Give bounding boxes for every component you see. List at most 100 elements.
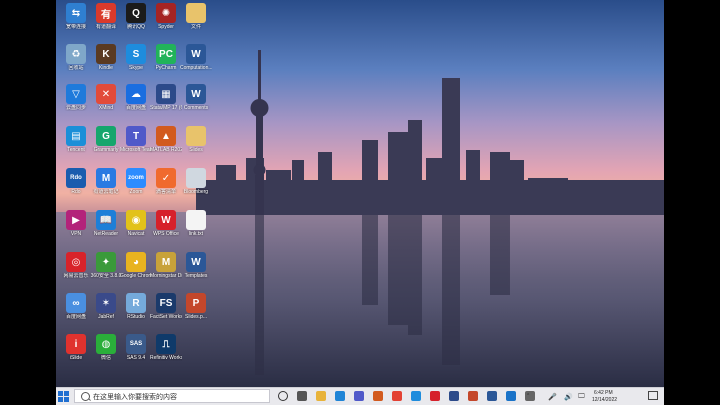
desktop-icon-label: Zoom — [129, 189, 143, 195]
desktop-icon[interactable]: 有有道翻译 — [90, 3, 122, 30]
desktop-icon[interactable]: W Templates — [180, 252, 212, 279]
taskbar-edge-icon[interactable] — [335, 391, 345, 401]
desktop-icon[interactable]: K Kindle — [90, 44, 122, 71]
desktop-icon[interactable]: ∞ 百度网盘 — [60, 293, 92, 320]
desktop-icon[interactable]: W WPS Office — [150, 210, 182, 237]
desktop-icon[interactable]: FSFactSet Workstation — [150, 293, 182, 320]
app-icon: S — [126, 44, 146, 64]
desktop-icon-label: 百度网盘 — [125, 105, 146, 111]
desktop-icon[interactable]: ◉ Navicat — [120, 210, 152, 237]
desktop-icon[interactable]: R RStudio — [120, 293, 152, 320]
desktop-icon[interactable]: P Slides.p... — [180, 293, 212, 320]
search-placeholder: 在这里输入你要搜索的内容 — [93, 394, 177, 401]
desktop-icon[interactable]: Bloomberg — [180, 168, 212, 195]
start-button[interactable] — [58, 391, 70, 403]
app-icon: PC — [156, 44, 176, 64]
desktop-icon-label: Templates — [184, 273, 208, 279]
desktop-icon[interactable]: ⇆ 宽带连接 — [60, 3, 92, 30]
desktop-icon[interactable]: MMorningstar Direct — [150, 252, 182, 279]
desktop-icon[interactable]: ▶ VPN — [60, 210, 92, 237]
desktop-icon[interactable]: TMicrosoft Teams — [120, 126, 152, 153]
app-icon: ✓ — [156, 168, 176, 188]
taskbar-powerpoint-icon[interactable] — [468, 391, 478, 401]
app-icon: ◎ — [66, 252, 86, 272]
desktop-icon-label: Stata/MP 17 (64-bit) — [150, 105, 182, 111]
app-icon: ⎍ — [156, 334, 176, 354]
clock-time[interactable]: 6:42 PM — [594, 390, 613, 396]
taskbar-file-explorer-icon[interactable] — [316, 391, 326, 401]
desktop-icon[interactable]: ✺ Spyder — [150, 3, 182, 30]
desktop-icon-label: Comments — [183, 105, 209, 111]
desktop-icon[interactable]: ☁ 百度网盘 — [120, 84, 152, 111]
desktop-icon[interactable]: ▽ 云盘同步 — [60, 84, 92, 111]
desktop-icon[interactable]: SAS SAS 9.4 — [120, 334, 152, 361]
tray-chevron-icon[interactable]: ⌃ — [526, 393, 530, 399]
microphone-icon[interactable]: 🎤 — [548, 393, 557, 401]
taskbar-word-icon[interactable] — [487, 391, 497, 401]
desktop-icon-label: MATLAB R2021b — [150, 147, 182, 153]
taskbar-skype-icon[interactable] — [411, 391, 421, 401]
app-icon: ◍ — [96, 334, 116, 354]
desktop-icon[interactable]: Q 腾讯QQ — [120, 3, 152, 30]
desktop-icon-label: 回收站 — [68, 65, 84, 71]
app-icon — [186, 210, 206, 230]
taskbar-search-box[interactable]: 在这里输入你要搜索的内容 — [74, 389, 270, 403]
network-icon[interactable]: 🖵 — [578, 393, 585, 401]
desktop-icon-label: link.txt — [188, 231, 204, 237]
taskbar: 在这里输入你要搜索的内容 ⌃ 🎤 🔊 🖵 6:42 PM 12/14/2022 — [56, 387, 664, 405]
desktop-icon[interactable]: ♻ 回收站 — [60, 44, 92, 71]
desktop-icon[interactable]: ✶ JabRef — [90, 293, 122, 320]
app-icon — [186, 3, 206, 23]
desktop-icon-label: 有道翻译 — [95, 24, 116, 30]
desktop-icon-label: Skype — [129, 65, 143, 71]
desktop-icon-label: SAS 9.4 — [126, 355, 146, 361]
desktop-icon[interactable]: ◕ Google Chrome — [120, 252, 152, 279]
desktop-icon-label: Grammarly — [93, 147, 119, 153]
desktop-icon[interactable]: link.txt — [180, 210, 212, 237]
app-icon: 📖 — [96, 210, 116, 230]
notification-center-icon[interactable] — [648, 391, 658, 400]
taskbar-wps-icon[interactable] — [430, 391, 440, 401]
app-icon: ▲ — [156, 126, 176, 146]
app-icon — [186, 168, 206, 188]
desktop-icon[interactable]: ✦ 360安全 3.8.0 — [90, 252, 122, 279]
desktop-icon-label: 网易云音乐 — [63, 273, 89, 279]
desktop-icon-label: iSlide — [69, 355, 83, 361]
desktop-icon[interactable]: Rdo Rdo — [60, 168, 92, 195]
taskbar-chrome-icon[interactable] — [392, 391, 402, 401]
desktop-icon[interactable]: ◍ 微信 — [90, 334, 122, 361]
app-icon: ✺ — [156, 3, 176, 23]
taskbar-cortana-icon[interactable] — [278, 391, 288, 401]
desktop-icon[interactable]: ◎ 网易云音乐 — [60, 252, 92, 279]
desktop-icon[interactable]: W Computation... — [180, 44, 212, 71]
taskbar-teams-icon[interactable] — [354, 391, 364, 401]
desktop-icon[interactable]: i iSlide — [60, 334, 92, 361]
app-icon — [186, 126, 206, 146]
desktop-icon[interactable]: G Grammarly — [90, 126, 122, 153]
taskbar-mail-icon[interactable] — [506, 391, 516, 401]
desktop-icon[interactable]: S Skype — [120, 44, 152, 71]
desktop-icon[interactable]: W Comments — [180, 84, 212, 111]
desktop-icon[interactable]: 📖 NetReader — [90, 210, 122, 237]
app-icon: ▽ — [66, 84, 86, 104]
desktop-icon[interactable]: ✓ 滴答清单 — [150, 168, 182, 195]
desktop-icon[interactable]: ⎍Refinitiv Workspace — [150, 334, 182, 361]
app-icon: G — [96, 126, 116, 146]
app-icon: ✕ — [96, 84, 116, 104]
desktop-icon[interactable]: ✕ XMind — [90, 84, 122, 111]
taskbar-matlab-icon[interactable] — [373, 391, 383, 401]
desktop-icon[interactable]: M 有道云笔记 — [90, 168, 122, 195]
clock-date[interactable]: 12/14/2022 — [592, 397, 617, 403]
taskbar-task-view-icon[interactable] — [297, 391, 307, 401]
desktop-icon[interactable]: zoom Zoom — [120, 168, 152, 195]
desktop-icon[interactable]: ▤ Tencent — [60, 126, 92, 153]
desktop-icon-label: XMind — [98, 105, 114, 111]
desktop-icon[interactable]: Slides — [180, 126, 212, 153]
volume-icon[interactable]: 🔊 — [564, 393, 573, 401]
app-icon: ▶ — [66, 210, 86, 230]
taskbar-stata-icon[interactable] — [449, 391, 459, 401]
desktop-icon[interactable]: ▦Stata/MP 17 (64-bit) — [150, 84, 182, 111]
desktop-icon[interactable]: PC PyCharm — [150, 44, 182, 71]
desktop-icon[interactable]: ▲MATLAB R2021b — [150, 126, 182, 153]
desktop-icon[interactable]: 文件 — [180, 3, 212, 30]
